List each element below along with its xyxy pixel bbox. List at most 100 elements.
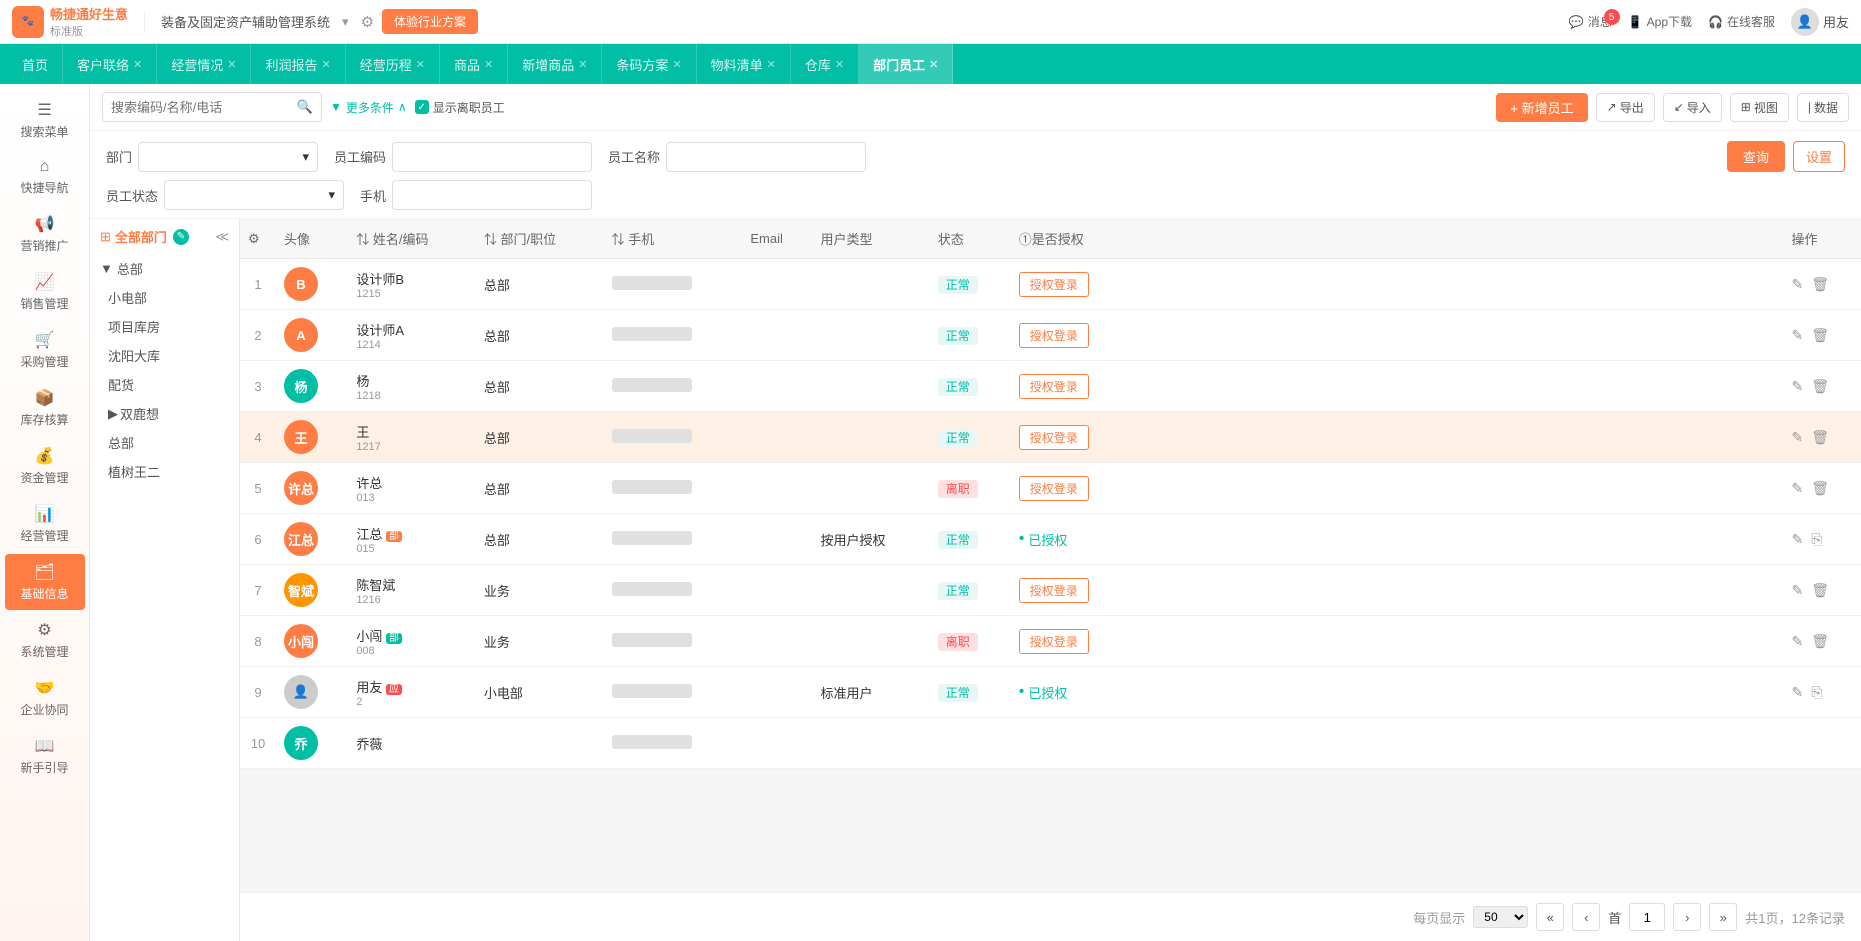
dept-edit-icon[interactable]: ✎	[173, 229, 189, 245]
message-action[interactable]: 💬 5 消息	[1569, 13, 1612, 30]
dept-shenyang[interactable]: 沈阳大库	[90, 341, 239, 370]
dept-headquarter[interactable]: 总部	[90, 428, 239, 457]
next-page-btn[interactable]: ›	[1673, 903, 1701, 931]
add-employee-btn[interactable]: + 新增员工	[1496, 93, 1587, 122]
more-conditions-btn[interactable]: ▼ 更多条件 ∧	[330, 99, 407, 116]
close-icon[interactable]: ✕	[672, 58, 681, 71]
tab-operation[interactable]: 经营情况 ✕	[157, 44, 251, 84]
online-service-action[interactable]: 🎧 在线客服	[1708, 13, 1775, 30]
dropdown-arrow[interactable]: ▾	[342, 14, 349, 30]
search-icon[interactable]: 🔍	[297, 99, 313, 115]
tab-profit[interactable]: 利润报告 ✕	[251, 44, 345, 84]
status-select[interactable]: ▾	[164, 180, 344, 210]
close-icon[interactable]: ✕	[929, 58, 938, 71]
close-icon[interactable]: ✕	[322, 58, 331, 71]
delete-icon[interactable]: 🗑	[1811, 327, 1829, 344]
delete-icon[interactable]: 🗑	[1811, 429, 1829, 446]
tab-barcode[interactable]: 条码方案 ✕	[602, 44, 696, 84]
tab-warehouse[interactable]: 仓库 ✕	[791, 44, 859, 84]
emp-code-input[interactable]	[392, 142, 592, 172]
nav-search-menu[interactable]: ☰ 搜索菜单	[5, 92, 85, 148]
nav-basic-info[interactable]: 🗂 基础信息	[5, 554, 85, 610]
tab-customer[interactable]: 客户联络 ✕	[63, 44, 157, 84]
export-btn[interactable]: ↗ 导出	[1596, 93, 1655, 122]
tab-bom[interactable]: 物料清单 ✕	[697, 44, 791, 84]
close-icon[interactable]: ✕	[835, 58, 844, 71]
nav-collab[interactable]: 🤝 企业协同	[5, 670, 85, 726]
import-btn[interactable]: ↙ 导入	[1663, 93, 1722, 122]
auth-btn[interactable]: 授权登录	[1019, 425, 1089, 450]
nav-sales[interactable]: 📈 销售管理	[5, 264, 85, 320]
edit-icon[interactable]: ✎	[1792, 429, 1804, 446]
first-page-btn[interactable]: «	[1536, 903, 1564, 931]
last-page-btn[interactable]: »	[1709, 903, 1737, 931]
auth-btn[interactable]: 授权登录	[1019, 578, 1089, 603]
edit-icon[interactable]: ✎	[1792, 480, 1804, 497]
col-settings[interactable]: ⚙	[240, 219, 276, 259]
app-download-action[interactable]: 📱 App下载	[1628, 13, 1692, 30]
user-area[interactable]: 👤 用友	[1791, 8, 1849, 36]
edit-icon[interactable]: ✎	[1792, 633, 1804, 650]
close-icon[interactable]: ✕	[416, 58, 425, 71]
dept-distribution[interactable]: 配货	[90, 370, 239, 399]
nav-quick-nav[interactable]: ⌂ 快捷导航	[5, 150, 85, 204]
col-dept[interactable]: ⇅ 部门/职位	[476, 219, 604, 259]
delete-icon[interactable]: 🗑	[1811, 480, 1829, 497]
edit-icon[interactable]: ✎	[1792, 378, 1804, 395]
settings-btn[interactable]: ⚙	[361, 13, 374, 31]
auth-btn[interactable]: 授权登录	[1019, 323, 1089, 348]
collapse-icon[interactable]: ≪	[215, 229, 229, 245]
dept-total[interactable]: ▼ 总部	[90, 254, 239, 283]
copy-icon[interactable]: ⎘	[1811, 684, 1822, 701]
per-page-select[interactable]: 50 100	[1473, 906, 1528, 928]
emp-name-input[interactable]	[666, 142, 866, 172]
page-number-input[interactable]	[1629, 903, 1665, 931]
close-icon[interactable]: ✕	[767, 58, 776, 71]
delete-icon[interactable]: 🗑	[1811, 276, 1829, 293]
resigned-checkbox[interactable]: ✓	[415, 100, 429, 114]
edit-icon[interactable]: ✎	[1792, 684, 1804, 701]
dept-xiaodian[interactable]: 小电部	[90, 283, 239, 312]
auth-btn[interactable]: 授权登录	[1019, 476, 1089, 501]
more-btn[interactable]: | 数据	[1797, 93, 1849, 122]
close-icon[interactable]: ✕	[133, 58, 142, 71]
experience-btn[interactable]: 体验行业方案	[382, 9, 478, 34]
close-icon[interactable]: ✕	[227, 58, 236, 71]
edit-icon[interactable]: ✎	[1792, 582, 1804, 599]
tab-home[interactable]: 首页	[8, 44, 63, 84]
nav-marketing[interactable]: 📢 营销推广	[5, 206, 85, 262]
col-phone[interactable]: ⇅ 手机	[604, 219, 743, 259]
all-dept-label[interactable]: 全部部门	[115, 227, 167, 246]
nav-finance[interactable]: 💰 资金管理	[5, 438, 85, 494]
auth-btn[interactable]: 授权登录	[1019, 272, 1089, 297]
dept-project[interactable]: 项目库房	[90, 312, 239, 341]
edit-icon[interactable]: ✎	[1792, 276, 1804, 293]
delete-icon[interactable]: 🗑	[1811, 582, 1829, 599]
search-input-wrap[interactable]: 🔍	[102, 92, 322, 122]
delete-icon[interactable]: 🗑	[1811, 633, 1829, 650]
nav-business[interactable]: 📊 经营管理	[5, 496, 85, 552]
tab-history[interactable]: 经营历程 ✕	[346, 44, 440, 84]
nav-purchase[interactable]: 🛒 采购管理	[5, 322, 85, 378]
tab-add-goods[interactable]: 新增商品 ✕	[508, 44, 602, 84]
phone-input[interactable]	[392, 180, 592, 210]
view-btn[interactable]: ⊞ 视图	[1730, 93, 1789, 122]
close-icon[interactable]: ✕	[578, 58, 587, 71]
tab-dept-staff[interactable]: 部门员工 ✕	[859, 44, 953, 84]
auth-btn[interactable]: 授权登录	[1019, 629, 1089, 654]
edit-icon[interactable]: ✎	[1792, 531, 1804, 548]
dept-select[interactable]: ▾	[138, 142, 318, 172]
edit-icon[interactable]: ✎	[1792, 327, 1804, 344]
tab-goods[interactable]: 商品 ✕	[440, 44, 508, 84]
close-icon[interactable]: ✕	[484, 58, 493, 71]
delete-icon[interactable]: 🗑	[1811, 378, 1829, 395]
dept-zhishu[interactable]: 植树王二	[90, 457, 239, 486]
search-btn[interactable]: 查询	[1727, 141, 1785, 172]
setting-btn[interactable]: 设置	[1793, 141, 1845, 172]
copy-icon[interactable]: ⎘	[1811, 531, 1822, 548]
nav-inventory[interactable]: 📦 库存核算	[5, 380, 85, 436]
show-resigned-toggle[interactable]: ✓ 显示离职员工	[415, 99, 505, 116]
col-name[interactable]: ⇅ 姓名/编码	[348, 219, 476, 259]
dept-shuanglu[interactable]: ▶ 双鹿想	[90, 399, 239, 428]
nav-system[interactable]: ⚙ 系统管理	[5, 612, 85, 668]
